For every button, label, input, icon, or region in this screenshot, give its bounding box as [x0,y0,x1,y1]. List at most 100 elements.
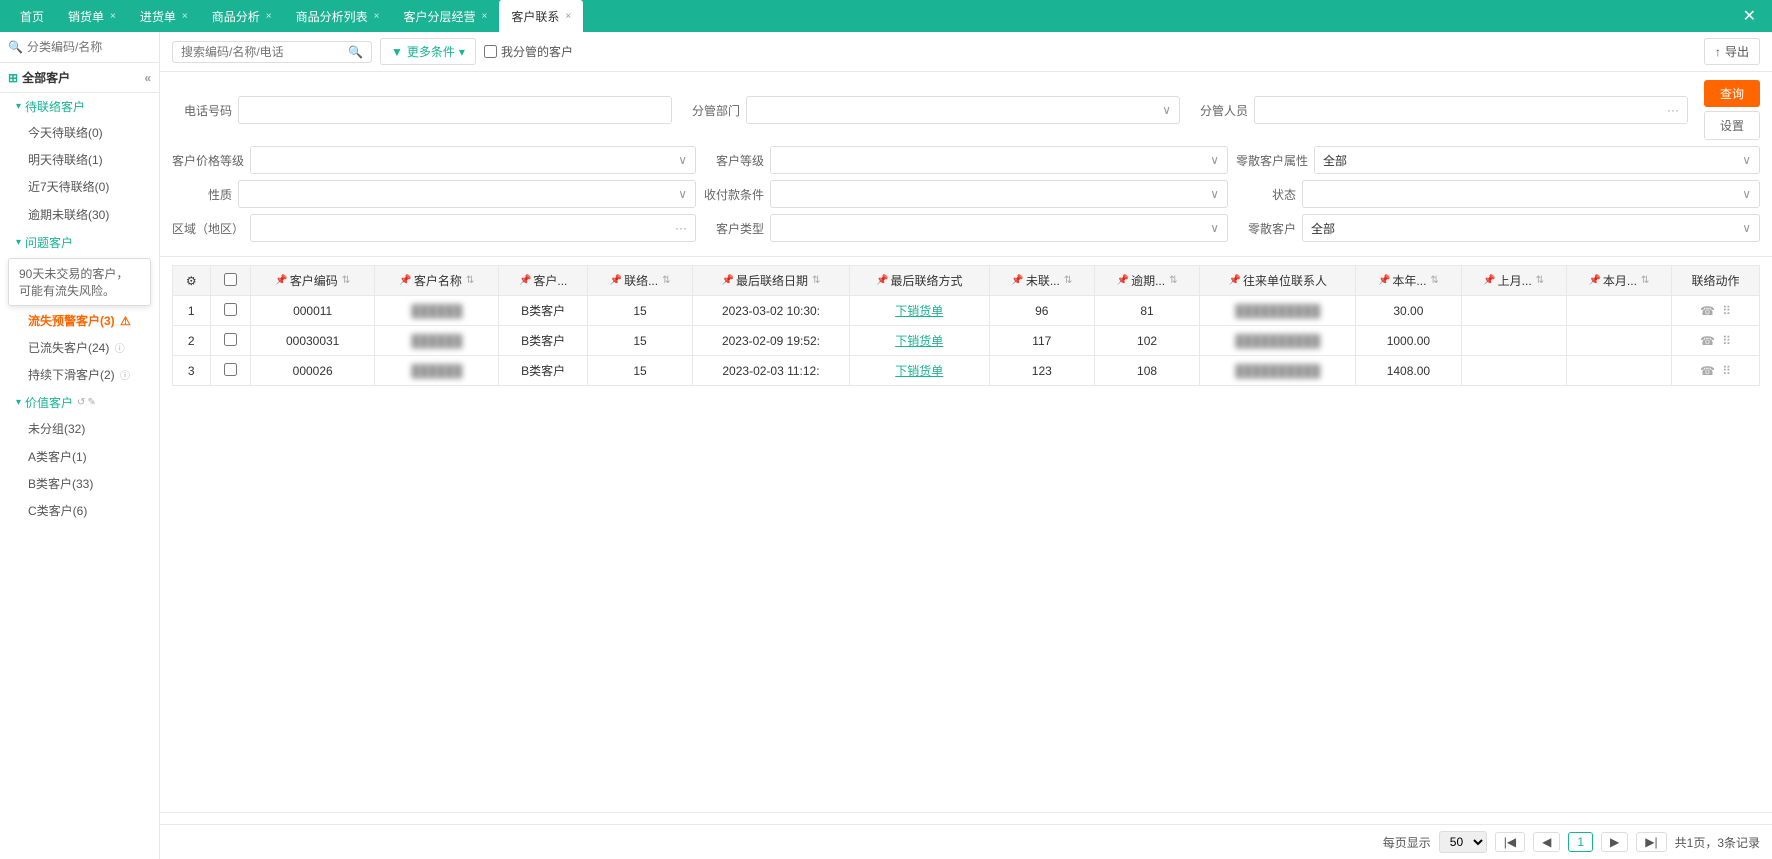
th-no-contact[interactable]: 📌 未联... ⇅ [989,266,1094,296]
row-action[interactable]: ☎ ⠿ [1672,356,1760,386]
tab-sales[interactable]: 销货单 × [56,0,128,32]
close-tab-purchase[interactable]: × [182,11,188,22]
th-liaison[interactable]: 📌 往来单位联系人 [1200,266,1356,296]
th-customer-type[interactable]: 📌 客户... [499,266,588,296]
row-last-method[interactable]: 下销货单 [849,296,989,326]
search-input[interactable] [181,45,344,59]
payment-select[interactable]: ∨ [770,180,1228,208]
price-grade-select[interactable]: ∨ [250,146,696,174]
sort-lastmonth-icon: ⇅ [1536,275,1544,286]
th-code[interactable]: 📌 客户编码 ⇅ [251,266,375,296]
settings-button[interactable]: 设置 [1704,111,1760,140]
th-last-date[interactable]: 📌 最后联络日期 ⇅ [693,266,850,296]
sidebar-item-class-a[interactable]: A类客户(1) [0,444,159,471]
nature-select[interactable]: ∨ [238,180,696,208]
person-dots[interactable]: ··· [1667,103,1679,117]
more-conditions-button[interactable]: ▼ 更多条件 ▾ [380,38,476,65]
pagination: 每页显示 50 |◀ ◀ 1 ▶ ▶| 共1页，3条记录 [160,824,1772,859]
tab-product-analysis[interactable]: 商品分析 × [200,0,284,32]
action-more-icon[interactable]: ⠿ [1722,334,1731,348]
th-this-month[interactable]: 📌 本月... ⇅ [1566,266,1671,296]
row-checkbox[interactable] [224,303,237,316]
phone-input[interactable] [238,96,672,124]
sidebar-item-churned[interactable]: 已流失客户(24) ⓘ [0,335,159,362]
first-page-button[interactable]: |◀ [1495,832,1525,852]
pin-icon-11: 📌 [1483,275,1495,286]
row-action[interactable]: ☎ ⠿ [1672,296,1760,326]
action-contact-icon[interactable]: ☎ [1700,334,1715,348]
sidebar-item-class-c[interactable]: C类客户(6) [0,498,159,525]
sidebar-group-value[interactable]: ▾ 价值客户 ↺ ✎ [0,389,159,416]
sidebar-group-problem[interactable]: ▾ 问题客户 [0,229,159,256]
tab-product-list[interactable]: 商品分析列表 × [284,0,392,32]
sidebar-search-input[interactable] [27,40,151,54]
my-customers-checkbox-label[interactable]: 我分管的客户 [484,43,573,60]
sidebar-item-tomorrow[interactable]: 明天待联络(1) [0,147,159,174]
close-tab-sales[interactable]: × [110,11,116,22]
row-checkbox[interactable] [224,363,237,376]
row-contact: 15 [587,296,692,326]
edit-icon[interactable]: ✎ [87,397,95,408]
close-tab-product-list[interactable]: × [374,11,380,22]
th-checkbox[interactable] [210,266,251,296]
close-tab-customer-layer[interactable]: × [481,11,487,22]
sidebar-item-ungroup[interactable]: 未分组(32) [0,416,159,443]
sidebar-item-overdue[interactable]: 逾期未联络(30) [0,202,159,229]
th-overdue[interactable]: 📌 逾期... ⇅ [1094,266,1199,296]
tab-home[interactable]: 首页 [8,0,56,32]
query-button[interactable]: 查询 [1704,80,1760,107]
close-tab-customer-contact[interactable]: × [565,11,571,22]
pin-icon-7: 📌 [1011,275,1023,286]
action-more-icon[interactable]: ⠿ [1722,304,1731,318]
close-tab-product-analysis[interactable]: × [266,11,272,22]
tab-customer-layer[interactable]: 客户分层经营 × [391,0,499,32]
row-no-contact: 117 [989,326,1094,356]
row-last-method[interactable]: 下销货单 [849,356,989,386]
person-select[interactable]: ··· [1254,96,1688,124]
tab-purchase[interactable]: 进货单 × [128,0,200,32]
status-select[interactable]: ∨ [1302,180,1760,208]
refresh-icon[interactable]: ↺ [77,397,85,408]
sidebar-item-class-b[interactable]: B类客户(33) [0,471,159,498]
sidebar-all-customers[interactable]: ⊞ 全部客户 « [0,63,159,93]
action-contact-icon[interactable]: ☎ [1700,364,1715,378]
th-last-method[interactable]: 📌 最后联络方式 [849,266,989,296]
sidebar-group-pending[interactable]: ▾ 待联络客户 [0,93,159,120]
export-button[interactable]: ↑ 导出 [1704,38,1760,65]
sidebar-item-churn-warning[interactable]: 流失预警客户(3) ⚠ [0,308,159,335]
select-all-checkbox[interactable] [224,273,237,286]
th-last-month[interactable]: 📌 上月... ⇅ [1461,266,1566,296]
next-page-button[interactable]: ▶ [1601,832,1628,852]
customer-type-select[interactable]: ∨ [770,214,1228,242]
sidebar-item-declining[interactable]: 持续下滑客户(2) ⓘ [0,362,159,389]
search-icon[interactable]: 🔍 [348,45,363,59]
th-contact[interactable]: 📌 联络... ⇅ [587,266,692,296]
dept-select[interactable]: ∨ [746,96,1180,124]
th-name[interactable]: 📌 客户名称 ⇅ [375,266,499,296]
th-this-year[interactable]: 📌 本年... ⇅ [1356,266,1461,296]
prev-page-button[interactable]: ◀ [1533,832,1560,852]
action-contact-icon[interactable]: ☎ [1700,304,1715,318]
row-checkbox[interactable] [224,333,237,346]
window-close-button[interactable]: ✕ [1735,6,1764,26]
tab-customer-contact[interactable]: 客户联系 × [499,0,583,32]
row-last-method[interactable]: 下销货单 [849,326,989,356]
region-dots[interactable]: ··· [675,221,687,235]
sort-contact-icon: ⇅ [662,275,670,286]
per-page-select[interactable]: 50 [1439,831,1487,853]
filter-row-2: 客户价格等级 ∨ 客户等级 ∨ 零散客户属性 全部 [172,146,1760,174]
horizontal-scrollbar[interactable] [160,812,1772,824]
last-page-button[interactable]: ▶| [1636,832,1666,852]
sidebar-item-7days[interactable]: 近7天待联络(0) [0,174,159,201]
top-tabbar: 首页 销货单 × 进货单 × 商品分析 × 商品分析列表 × 客户分层经营 × … [0,0,1772,32]
th-settings[interactable]: ⚙ [173,266,211,296]
zero-customer-select[interactable]: 全部 ∨ [1302,214,1760,242]
customer-grade-select[interactable]: ∨ [770,146,1228,174]
sidebar-item-today[interactable]: 今天待联络(0) [0,120,159,147]
region-select[interactable]: ··· [250,214,696,242]
action-more-icon[interactable]: ⠿ [1722,364,1731,378]
row-action[interactable]: ☎ ⠿ [1672,326,1760,356]
zero-customer-label: 零散客户 [1236,220,1296,237]
my-customers-checkbox[interactable] [484,45,497,58]
zero-attr-select[interactable]: 全部 ∨ [1314,146,1760,174]
